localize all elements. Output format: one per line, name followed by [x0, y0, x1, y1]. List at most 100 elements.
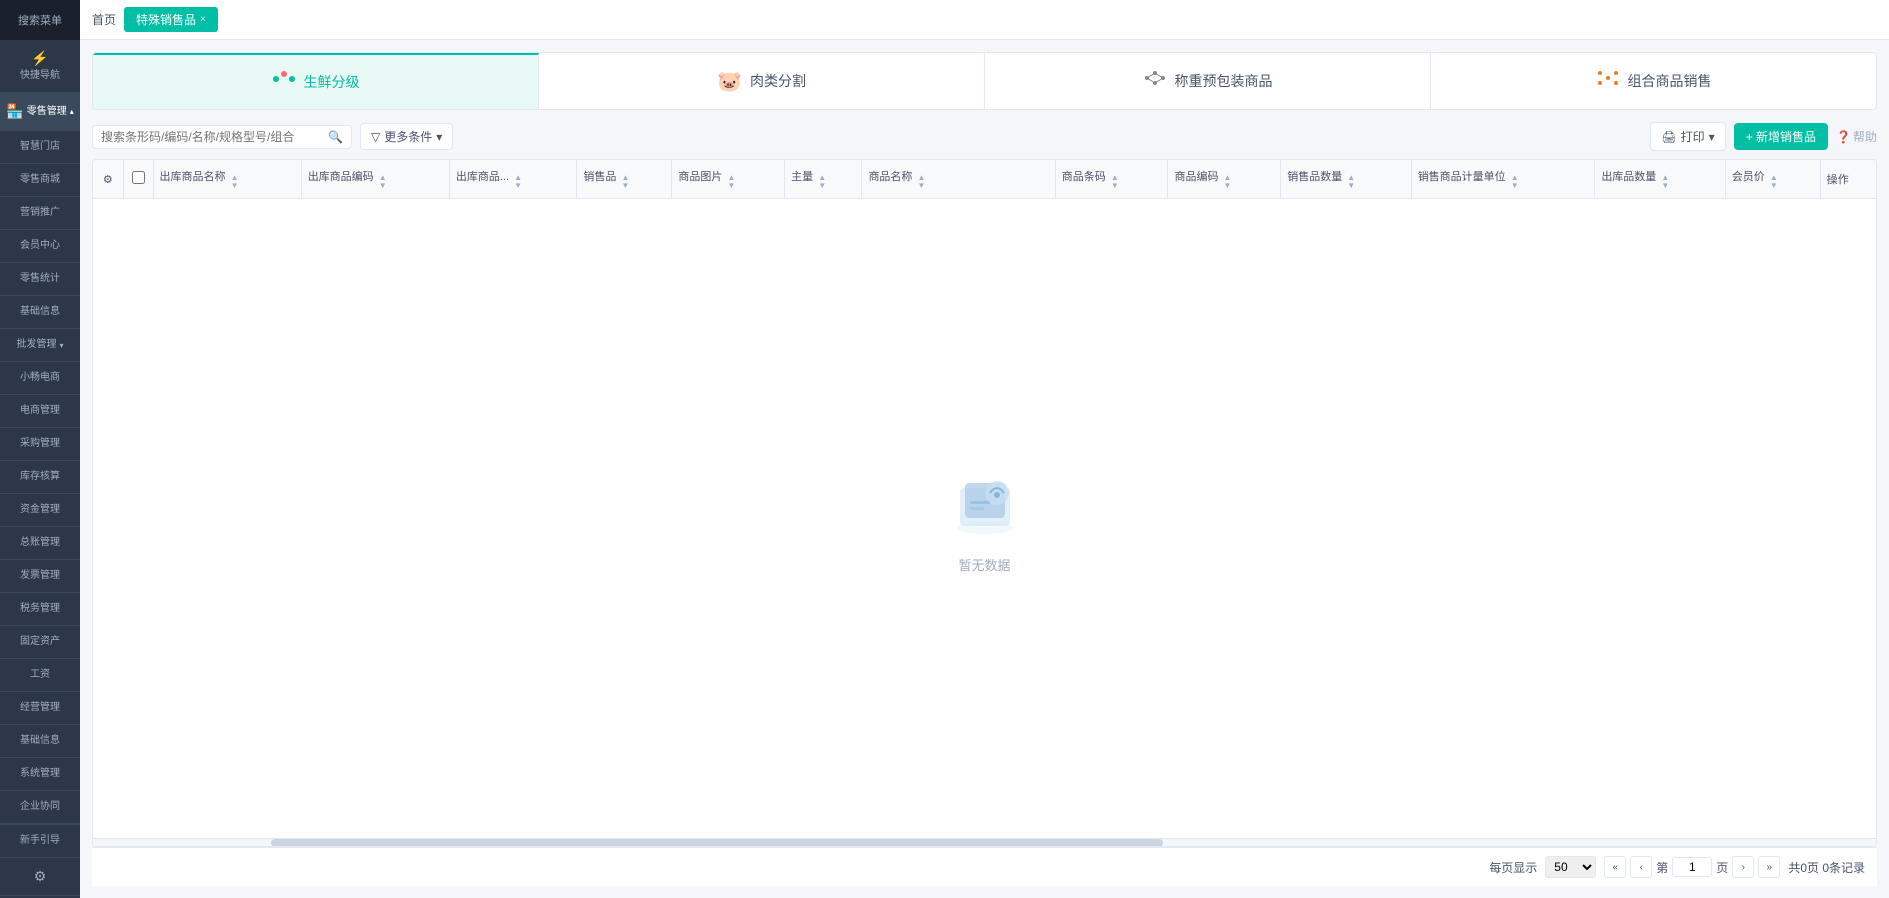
col-unit[interactable]: 销售商品计量单位 ▲▼ — [1411, 160, 1595, 199]
sidebar-item-new-guide[interactable]: 新手引导 — [0, 824, 80, 858]
sidebar-item-tax[interactable]: 税务管理 — [0, 593, 80, 626]
col-goods-name[interactable]: 商品名称 ▲▼ — [862, 160, 1055, 199]
col-sales-qty[interactable]: 销售品数量 ▲▼ — [1281, 160, 1411, 199]
sidebar-item-basic-info2[interactable]: 基础信息 — [0, 725, 80, 758]
sidebar-item-label: 库存核算 — [20, 471, 60, 483]
col-out-qty[interactable]: 出库品数量 ▲▼ — [1595, 160, 1725, 199]
next-page-button[interactable]: › — [1732, 856, 1754, 878]
sidebar-item-label: 营销推广 — [20, 207, 60, 219]
col-out-code[interactable]: 出库商品编码 ▲▼ — [301, 160, 449, 199]
sidebar-item-smart-store[interactable]: 智慧门店 — [0, 131, 80, 164]
tab-combo[interactable]: 组合商品销售 — [1431, 53, 1876, 109]
sidebar-item-ops-mgmt[interactable]: 经营管理 — [0, 692, 80, 725]
tab-meat-cut[interactable]: 🐷 肉类分割 — [539, 53, 985, 109]
search-box[interactable]: 🔍 — [92, 125, 352, 149]
sort-icon: ▲▼ — [514, 174, 522, 190]
per-page-select[interactable]: 50 10 20 100 — [1545, 856, 1596, 878]
sidebar-item-retail-mall[interactable]: 零售商城 — [0, 164, 80, 197]
prev-page-button[interactable]: ‹ — [1630, 856, 1652, 878]
sidebar-item-fixed-assets[interactable]: 固定资产 — [0, 626, 80, 659]
toolbar-left: 🔍 ▽ 更多条件 ▾ — [92, 123, 453, 150]
sidebar-item-label: 智慧门店 — [20, 141, 60, 153]
sidebar-item-settings[interactable]: ⚙ — [0, 858, 80, 896]
col-out-name[interactable]: 出库商品名称 ▲▼ — [153, 160, 301, 199]
sidebar-item-wholesale-mgmt[interactable]: 批发管理 ▾ — [0, 329, 80, 362]
page-input[interactable] — [1672, 857, 1712, 877]
sidebar-item-enterprise[interactable]: 企业协同 — [0, 791, 80, 824]
sidebar-item-label: 固定资产 — [20, 636, 60, 648]
filter-button[interactable]: ▽ 更多条件 ▾ — [360, 123, 453, 150]
sidebar-item-label: 零售管理 — [27, 106, 67, 118]
select-all-checkbox[interactable] — [132, 171, 145, 184]
print-icon: 🖨 — [1661, 130, 1676, 144]
empty-state: 暂无数据 — [93, 199, 1876, 838]
sidebar-item-label: 资金管理 — [20, 504, 60, 516]
scrollbar-thumb[interactable] — [271, 839, 1163, 847]
close-icon[interactable]: × — [200, 14, 206, 25]
sidebar-logo[interactable]: 搜索菜单 — [0, 0, 80, 40]
sidebar-item-label: 总账管理 — [20, 537, 60, 549]
sidebar-item-hr[interactable]: 工资 — [0, 659, 80, 692]
sidebar-item-sys-mgmt[interactable]: 系统管理 — [0, 758, 80, 791]
horizontal-scrollbar[interactable] — [93, 838, 1876, 846]
sidebar-item-label: 工资 — [30, 669, 50, 681]
col-sales-item[interactable]: 销售品 ▲▼ — [577, 160, 672, 199]
sidebar-item-label: 零售统计 — [20, 273, 60, 285]
sort-icon: ▲▼ — [1224, 174, 1232, 190]
sidebar: 搜索菜单 ⚡ 快捷导航 🏪 零售管理 ▴ 智慧门店 零售商城 营销推广 会员中心… — [0, 0, 80, 898]
sidebar-item-basic-info[interactable]: 基础信息 — [0, 296, 80, 329]
sidebar-item-ecom-mgmt[interactable]: 电商管理 — [0, 395, 80, 428]
search-input[interactable] — [101, 130, 324, 144]
settings-icon: ⚙ — [34, 868, 47, 885]
sidebar-item-purchase[interactable]: 采购管理 — [0, 428, 80, 461]
home-link[interactable]: 首页 — [92, 11, 116, 28]
sort-icon: ▲▼ — [818, 174, 826, 190]
col-img[interactable]: 商品图片 ▲▼ — [672, 160, 785, 199]
col-out-spec[interactable]: 出库商品... ▲▼ — [449, 160, 577, 199]
sidebar-item-label: 小畅电商 — [20, 372, 60, 384]
sidebar-item-mini-ecom[interactable]: 小畅电商 — [0, 362, 80, 395]
sidebar-item-sales-promo[interactable]: 营销推广 — [0, 197, 80, 230]
print-button[interactable]: 🖨 打印 ▾ — [1650, 122, 1725, 151]
sidebar-item-label: 会员中心 — [20, 240, 60, 252]
last-page-button[interactable]: » — [1758, 856, 1780, 878]
category-tabs: 生鲜分级 🐷 肉类分割 — [92, 52, 1877, 110]
sidebar-item-retail-mgmt[interactable]: 🏪 零售管理 ▴ — [0, 93, 80, 131]
sort-icon: ▲▼ — [727, 174, 735, 190]
col-action: 操作 — [1820, 160, 1876, 199]
logo-text: 搜索菜单 — [18, 12, 62, 28]
filter-icon: ▽ — [371, 130, 380, 144]
col-check[interactable] — [123, 160, 153, 199]
sidebar-item-label: 采购管理 — [20, 438, 60, 450]
filter-label: 更多条件 — [384, 128, 432, 145]
col-member-price[interactable]: 会员价 ▲▼ — [1725, 160, 1820, 199]
quick-nav-icon: ⚡ — [31, 50, 48, 67]
add-button[interactable]: + 新增销售品 — [1734, 123, 1828, 150]
meat-cut-icon: 🐷 — [717, 69, 742, 94]
sidebar-item-label: 经营管理 — [20, 702, 60, 714]
sort-icon: ▲▼ — [1770, 174, 1778, 190]
sidebar-item-label: 发票管理 — [20, 570, 60, 582]
sidebar-item-finance[interactable]: 资金管理 — [0, 494, 80, 527]
sort-icon: ▲▼ — [1347, 174, 1355, 190]
active-tab[interactable]: 特殊销售品 × — [124, 7, 218, 32]
prev-page-icon: ‹ — [1640, 862, 1643, 873]
tab-weight-pack[interactable]: 称重预包装商品 — [985, 53, 1431, 109]
tab-label: 肉类分割 — [750, 71, 806, 91]
first-page-button[interactable]: « — [1604, 856, 1626, 878]
main-area: 首页 特殊销售品 × 生鲜分级 🐷 肉类分割 — [80, 0, 1889, 898]
tab-fresh-grade[interactable]: 生鲜分级 — [93, 53, 539, 109]
col-goods-code[interactable]: 商品编码 ▲▼ — [1168, 160, 1281, 199]
sidebar-item-ledger[interactable]: 总账管理 — [0, 527, 80, 560]
sidebar-item-retail-stats[interactable]: 零售统计 — [0, 263, 80, 296]
col-gear[interactable]: ⚙ — [93, 160, 123, 199]
sidebar-item-label: 系统管理 — [20, 768, 60, 780]
topbar: 首页 特殊销售品 × — [80, 0, 1889, 40]
col-weight[interactable]: 主量 ▲▼ — [785, 160, 862, 199]
sidebar-item-member-center[interactable]: 会员中心 — [0, 230, 80, 263]
help-button[interactable]: ❓ 帮助 — [1836, 128, 1877, 145]
sidebar-item-quick-nav[interactable]: ⚡ 快捷导航 — [0, 40, 80, 93]
sidebar-item-invoice[interactable]: 发票管理 — [0, 560, 80, 593]
sidebar-item-inventory[interactable]: 库存核算 — [0, 461, 80, 494]
col-barcode[interactable]: 商品条码 ▲▼ — [1055, 160, 1168, 199]
